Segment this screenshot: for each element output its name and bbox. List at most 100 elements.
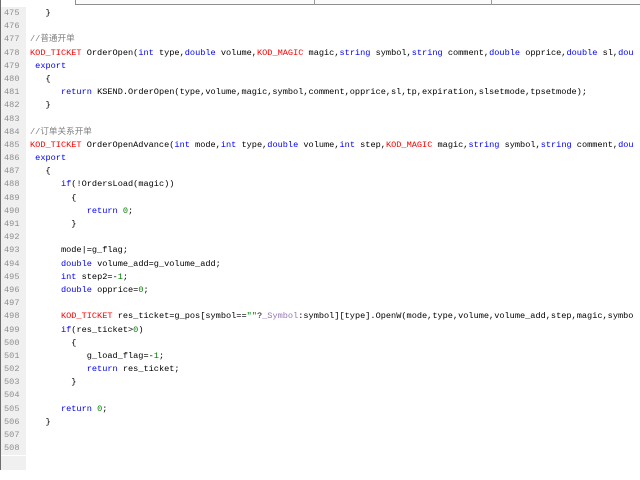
code-token: KOD_MAGIC: [385, 139, 433, 150]
line-number: 495: [1, 270, 26, 284]
code-row: 501 g_load_flag=-1;: [1, 349, 640, 364]
code-line[interactable]: [26, 297, 640, 310]
code-line[interactable]: export: [26, 152, 640, 165]
tab-bar-remnant[interactable]: [75, 0, 640, 5]
code-line[interactable]: if(res_ticket>0): [26, 324, 640, 337]
code-line[interactable]: [26, 231, 640, 244]
code-line[interactable]: return res_ticket;: [26, 363, 640, 376]
code-row: 498 KOD_TICKET res_ticket=g_pos[symbol==…: [1, 310, 640, 324]
code-token: volume_add=g_volume_add;: [91, 258, 221, 269]
code-token: :symbol][type].OpenW(mode,type,volume,vo…: [298, 311, 634, 322]
code-line[interactable]: [26, 442, 640, 455]
code-line[interactable]: return KSEND.OrderOpen(type,volume,magic…: [26, 86, 640, 99]
code-line[interactable]: {: [26, 192, 640, 205]
code-line[interactable]: //订单关系开单: [26, 126, 640, 139]
code-token: KOD_TICKET: [60, 311, 113, 322]
line-number: 500: [1, 336, 26, 350]
code-token: dou: [618, 47, 634, 58]
code-token: symbol,: [370, 47, 412, 58]
code-row: 491 }: [1, 218, 640, 232]
code-row: 492: [1, 231, 640, 245]
code-line[interactable]: int step2=-1;: [26, 271, 640, 284]
code-token: {: [30, 192, 77, 203]
code-line[interactable]: if(!OrdersLoad(magic)): [26, 178, 640, 191]
code-line[interactable]: [26, 20, 640, 33]
code-line[interactable]: //普通开单: [26, 33, 640, 46]
code-token: KOD_TICKET: [30, 47, 82, 58]
line-number: 481: [1, 86, 26, 100]
code-row: 496 double opprice=0;: [1, 283, 640, 298]
tab-separator: [491, 0, 492, 5]
code-line[interactable]: {: [26, 165, 640, 178]
code-row: 507: [1, 429, 640, 443]
code-line[interactable]: mode|=g_flag;: [26, 244, 640, 257]
line-number: 488: [1, 178, 26, 192]
line-number: 505: [1, 402, 26, 416]
line-number: 479: [1, 59, 26, 73]
code-line[interactable]: {: [26, 73, 640, 86]
code-line[interactable]: double opprice=0;: [26, 284, 640, 297]
code-line[interactable]: }: [26, 7, 640, 20]
code-token: ): [138, 324, 144, 335]
code-row: 481 return KSEND.OrderOpen(type,volume,m…: [1, 86, 640, 100]
code-row: 502 return res_ticket;: [1, 363, 640, 377]
line-number: 503: [1, 376, 26, 390]
line-number: 504: [1, 389, 26, 403]
code-line[interactable]: KOD_TICKET OrderOpen(int type,double vol…: [26, 47, 640, 60]
code-token: {: [30, 166, 51, 177]
code-token: KOD_TICKET: [30, 139, 82, 150]
code-line[interactable]: KOD_TICKET OrderOpenAdvance(int mode,int…: [26, 139, 640, 152]
code-line[interactable]: }: [26, 376, 640, 389]
code-line[interactable]: return 0;: [26, 403, 640, 416]
line-number: 506: [1, 415, 26, 429]
code-row: 494 double volume_add=g_volume_add;: [1, 257, 640, 271]
code-token: KOD_MAGIC: [256, 47, 304, 58]
code-token: string: [540, 139, 572, 150]
code-line[interactable]: }: [26, 218, 640, 231]
code-token: }: [30, 100, 51, 111]
code-token: return: [60, 403, 92, 414]
code-line[interactable]: g_load_flag=-1;: [26, 350, 640, 363]
code-line[interactable]: }: [26, 99, 640, 112]
line-number: 477: [1, 33, 26, 47]
code-token: ;: [122, 271, 129, 282]
code-token: (!OrdersLoad(magic)): [71, 179, 175, 190]
code-row: 506 }: [1, 415, 640, 429]
code-token: {: [30, 73, 51, 84]
code-row: 493 mode|=g_flag;: [1, 244, 640, 258]
line-number: 502: [1, 363, 26, 377]
code-token: mode,: [189, 139, 221, 150]
code-line[interactable]: double volume_add=g_volume_add;: [26, 258, 640, 271]
code-token: volume,: [298, 139, 340, 150]
code-token: (res_ticket>: [71, 324, 134, 335]
code-row: 475 }: [1, 7, 640, 21]
line-number: 478: [1, 46, 26, 60]
code-line[interactable]: [26, 389, 640, 402]
code-row: 487 {: [1, 165, 640, 179]
code-token: }: [30, 416, 51, 427]
code-token: ;: [102, 403, 108, 414]
code-token: }: [30, 219, 77, 229]
code-row: 500 {: [1, 336, 640, 350]
code-token: symbol,: [499, 139, 541, 150]
code-token: return: [86, 205, 118, 216]
line-number: 496: [1, 283, 26, 298]
code-line[interactable]: }: [26, 416, 640, 429]
code-line[interactable]: KOD_TICKET res_ticket=g_pos[symbol==""?_…: [26, 310, 640, 323]
code-editor[interactable]: 475 } 476 477//普通开单 478 KOD_TICKET OrderOpen…: [1, 7, 640, 456]
code-line[interactable]: return 0;: [26, 205, 640, 218]
line-number: 475: [1, 7, 26, 21]
code-token: double: [60, 258, 92, 269]
code-token: opprice,: [520, 47, 567, 58]
code-line[interactable]: {: [26, 337, 640, 350]
code-line[interactable]: export: [26, 60, 640, 73]
code-token: magic,: [303, 47, 340, 58]
line-number: 490: [1, 204, 26, 218]
code-token: ;: [128, 205, 134, 216]
code-line[interactable]: [26, 113, 640, 126]
code-row: 480 {: [1, 72, 640, 87]
code-line[interactable]: [26, 429, 640, 442]
line-number: 483: [1, 112, 26, 126]
